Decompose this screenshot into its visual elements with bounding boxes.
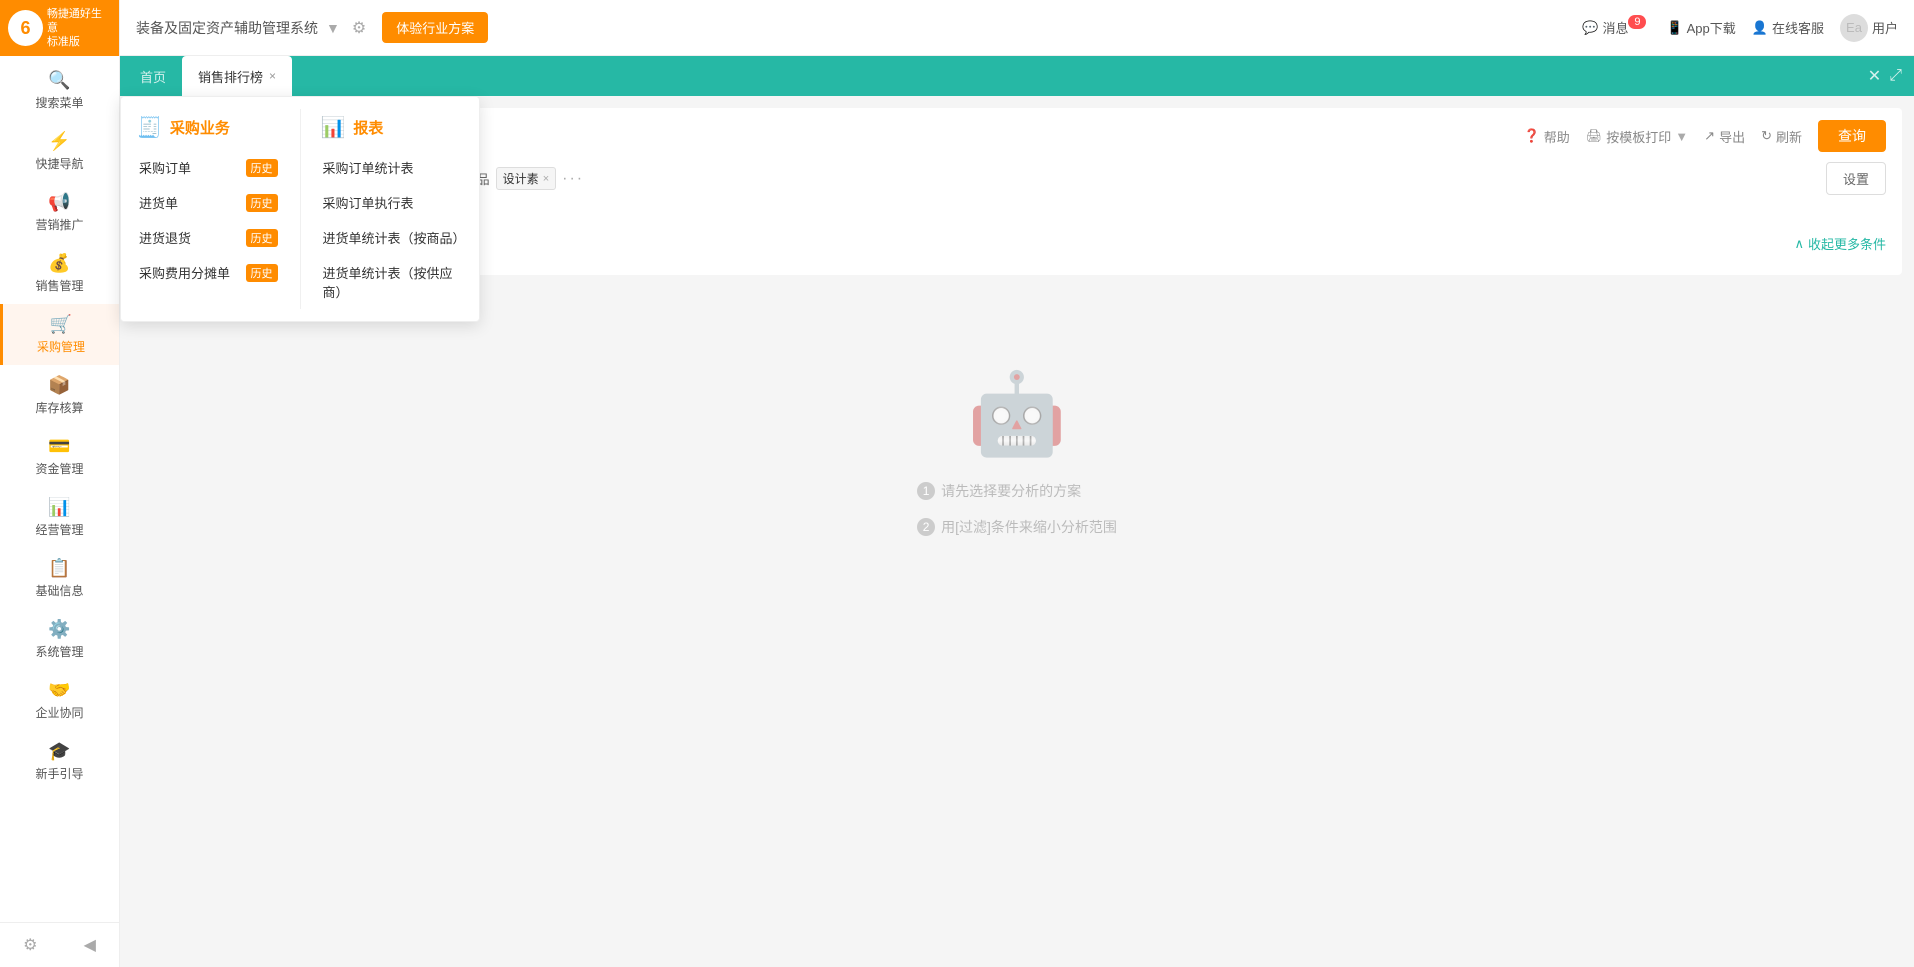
messages-badge: 9 <box>1628 15 1646 29</box>
purchase-inbound-item[interactable]: 进货单 历史 <box>129 185 288 220</box>
system-title: 装备及固定资产辅助管理系统 <box>136 18 318 38</box>
collapse-btn[interactable]: ∧ 收起更多条件 <box>1794 234 1886 253</box>
report-inbound-supplier-item[interactable]: 进货单统计表（按供应商） <box>313 255 472 309</box>
sidebar-collapse-btn[interactable]: ◀ <box>84 935 96 955</box>
purchase-icon: 🛒 <box>50 314 72 335</box>
logo-text: 畅捷通好生意 标准版 <box>47 7 111 50</box>
export-btn[interactable]: ↗ 导出 <box>1704 127 1745 146</box>
sidebar-item-basic-info[interactable]: 📋 基础信息 <box>0 548 119 609</box>
export-icon: ↗ <box>1704 128 1715 144</box>
refresh-btn[interactable]: ↻ 刷新 <box>1761 127 1802 146</box>
goods-tag: 设计素 × <box>496 167 556 190</box>
purchase-dropdown-menu: 🧾 采购业务 采购订单 历史 进货单 历史 进货退货 历史 采购费用分摊单 历史… <box>120 96 480 322</box>
header-dropdown-icon[interactable]: ▼ <box>326 20 340 36</box>
sidebar-item-sales[interactable]: 💰 销售管理 <box>0 243 119 304</box>
query-btn[interactable]: 查询 <box>1818 120 1886 152</box>
tab-home[interactable]: 首页 <box>124 56 182 96</box>
sidebar-logo: 6 畅捷通好生意 标准版 <box>0 0 119 56</box>
sidebar-item-marketing[interactable]: 📢 营销推广 <box>0 182 119 243</box>
sidebar-item-inventory[interactable]: 📦 库存核算 <box>0 365 119 426</box>
report-header: 📊 报表 <box>313 109 472 150</box>
guide-icon: 🎓 <box>48 741 70 762</box>
purchase-business-col: 🧾 采购业务 采购订单 历史 进货单 历史 进货退货 历史 采购费用分摊单 历史 <box>121 109 296 309</box>
help-btn[interactable]: ❓ 帮助 <box>1524 127 1570 146</box>
menu-divider <box>300 109 301 309</box>
refresh-icon: ↻ <box>1761 128 1772 144</box>
sidebar-item-system[interactable]: ⚙️ 系统管理 <box>0 609 119 670</box>
sidebar-item-guide[interactable]: 🎓 新手引导 <box>0 731 119 792</box>
tab-bar-right: ✕ ⤢ <box>1868 66 1910 86</box>
sidebar-item-search[interactable]: 🔍 搜索菜单 <box>0 60 119 121</box>
report-icon: 📊 <box>321 115 346 140</box>
tab-bar: 首页 销售排行榜 × ✕ ⤢ <box>120 56 1914 96</box>
sidebar-nav: 🔍 搜索菜单 ⚡ 快捷导航 📢 营销推广 💰 销售管理 🛒 采购管理 📦 库存核… <box>0 56 119 922</box>
marketing-icon: 📢 <box>48 192 70 213</box>
empty-state: 🤖 1 请先选择要分析的方案 2 用[过滤]条件来缩小分析范围 <box>120 287 1914 621</box>
tab-maximize-icon[interactable]: ⤢ <box>1889 67 1902 85</box>
empty-hint-1: 1 请先选择要分析的方案 2 用[过滤]条件来缩小分析范围 <box>917 477 1117 541</box>
sidebar-item-operations[interactable]: 📊 经营管理 <box>0 487 119 548</box>
purchase-business-icon: 🧾 <box>137 115 162 140</box>
operations-icon: 📊 <box>48 497 70 518</box>
purchase-return-history-badge: 历史 <box>246 229 278 247</box>
tab-sales-ranking[interactable]: 销售排行榜 × <box>182 56 292 96</box>
report-col: 📊 报表 采购订单统计表 采购订单执行表 进货单统计表（按商品） 进货单统计表（… <box>305 109 480 309</box>
purchase-order-item[interactable]: 采购订单 历史 <box>129 150 288 185</box>
sidebar-settings-btn[interactable]: ⚙ <box>23 935 37 955</box>
hint1-circle: 1 <box>917 482 935 500</box>
online-service-btn[interactable]: 👤 在线客服 <box>1752 18 1824 37</box>
purchase-inbound-history-badge: 历史 <box>246 194 278 212</box>
purchase-expense-history-badge: 历史 <box>246 264 278 282</box>
search-icon: 🔍 <box>48 70 70 91</box>
sidebar-item-purchase[interactable]: 🛒 采购管理 <box>0 304 119 365</box>
setting-btn[interactable]: 设置 <box>1826 162 1886 195</box>
purchase-expense-item[interactable]: 采购费用分摊单 历史 <box>129 255 288 290</box>
quick-nav-icon: ⚡ <box>48 131 70 152</box>
basic-info-icon: 📋 <box>48 558 70 579</box>
tab-close-window-icon[interactable]: ✕ <box>1868 66 1881 86</box>
sidebar-footer: ⚙ ◀ <box>0 922 119 967</box>
report-inbound-goods-item[interactable]: 进货单统计表（按商品） <box>313 220 472 255</box>
header-gear-icon[interactable]: ⚙ <box>352 18 366 38</box>
tab-close-icon[interactable]: × <box>269 69 276 83</box>
sidebar-item-finance[interactable]: 💳 资金管理 <box>0 426 119 487</box>
finance-icon: 💳 <box>48 436 70 457</box>
industry-btn[interactable]: 体验行业方案 <box>382 12 488 43</box>
goods-more-icon[interactable]: ··· <box>562 170 584 188</box>
logo-icon: 6 <box>8 10 43 46</box>
sidebar-item-quick-nav[interactable]: ⚡ 快捷导航 <box>0 121 119 182</box>
print-icon: 🖨 <box>1586 128 1603 144</box>
header-title-area: 装备及固定资产辅助管理系统 ▼ ⚙ 体验行业方案 <box>136 12 1582 43</box>
hint2-circle: 2 <box>917 518 935 536</box>
service-icon: 👤 <box>1752 20 1768 36</box>
collapse-icon: ∧ <box>1794 236 1804 252</box>
sales-icon: 💰 <box>48 253 70 274</box>
purchase-order-history-badge: 历史 <box>246 159 278 177</box>
print-dropdown-icon: ▼ <box>1675 129 1688 144</box>
sidebar-item-enterprise[interactable]: 🤝 企业协同 <box>0 670 119 731</box>
print-btn[interactable]: 🖨 按模板打印 ▼ <box>1586 127 1688 146</box>
help-icon: ❓ <box>1524 128 1540 144</box>
goods-tag-close-icon[interactable]: × <box>543 173 549 185</box>
phone-icon: 📱 <box>1666 20 1682 36</box>
user-btn[interactable]: Ea 用户 <box>1840 14 1898 42</box>
purchase-return-item[interactable]: 进货退货 历史 <box>129 220 288 255</box>
app-download-btn[interactable]: 📱 App下载 <box>1666 18 1735 37</box>
report-order-stats-item[interactable]: 采购订单统计表 <box>313 150 472 185</box>
sidebar: 6 畅捷通好生意 标准版 🔍 搜索菜单 ⚡ 快捷导航 📢 营销推广 💰 销售管理… <box>0 0 120 967</box>
report-order-exec-item[interactable]: 采购订单执行表 <box>313 185 472 220</box>
purchase-business-header: 🧾 采购业务 <box>129 109 288 150</box>
header-right: 💬 消息 9 📱 App下载 👤 在线客服 Ea 用户 <box>1582 14 1898 42</box>
empty-state-icon: 🤖 <box>967 367 1067 461</box>
system-icon: ⚙️ <box>48 619 70 640</box>
inventory-icon: 📦 <box>48 375 70 396</box>
avatar: Ea <box>1840 14 1868 42</box>
message-icon: 💬 <box>1582 20 1598 36</box>
enterprise-icon: 🤝 <box>48 680 70 701</box>
top-header: 装备及固定资产辅助管理系统 ▼ ⚙ 体验行业方案 💬 消息 9 📱 App下载 … <box>120 0 1914 56</box>
messages-btn[interactable]: 💬 消息 9 <box>1582 18 1650 37</box>
